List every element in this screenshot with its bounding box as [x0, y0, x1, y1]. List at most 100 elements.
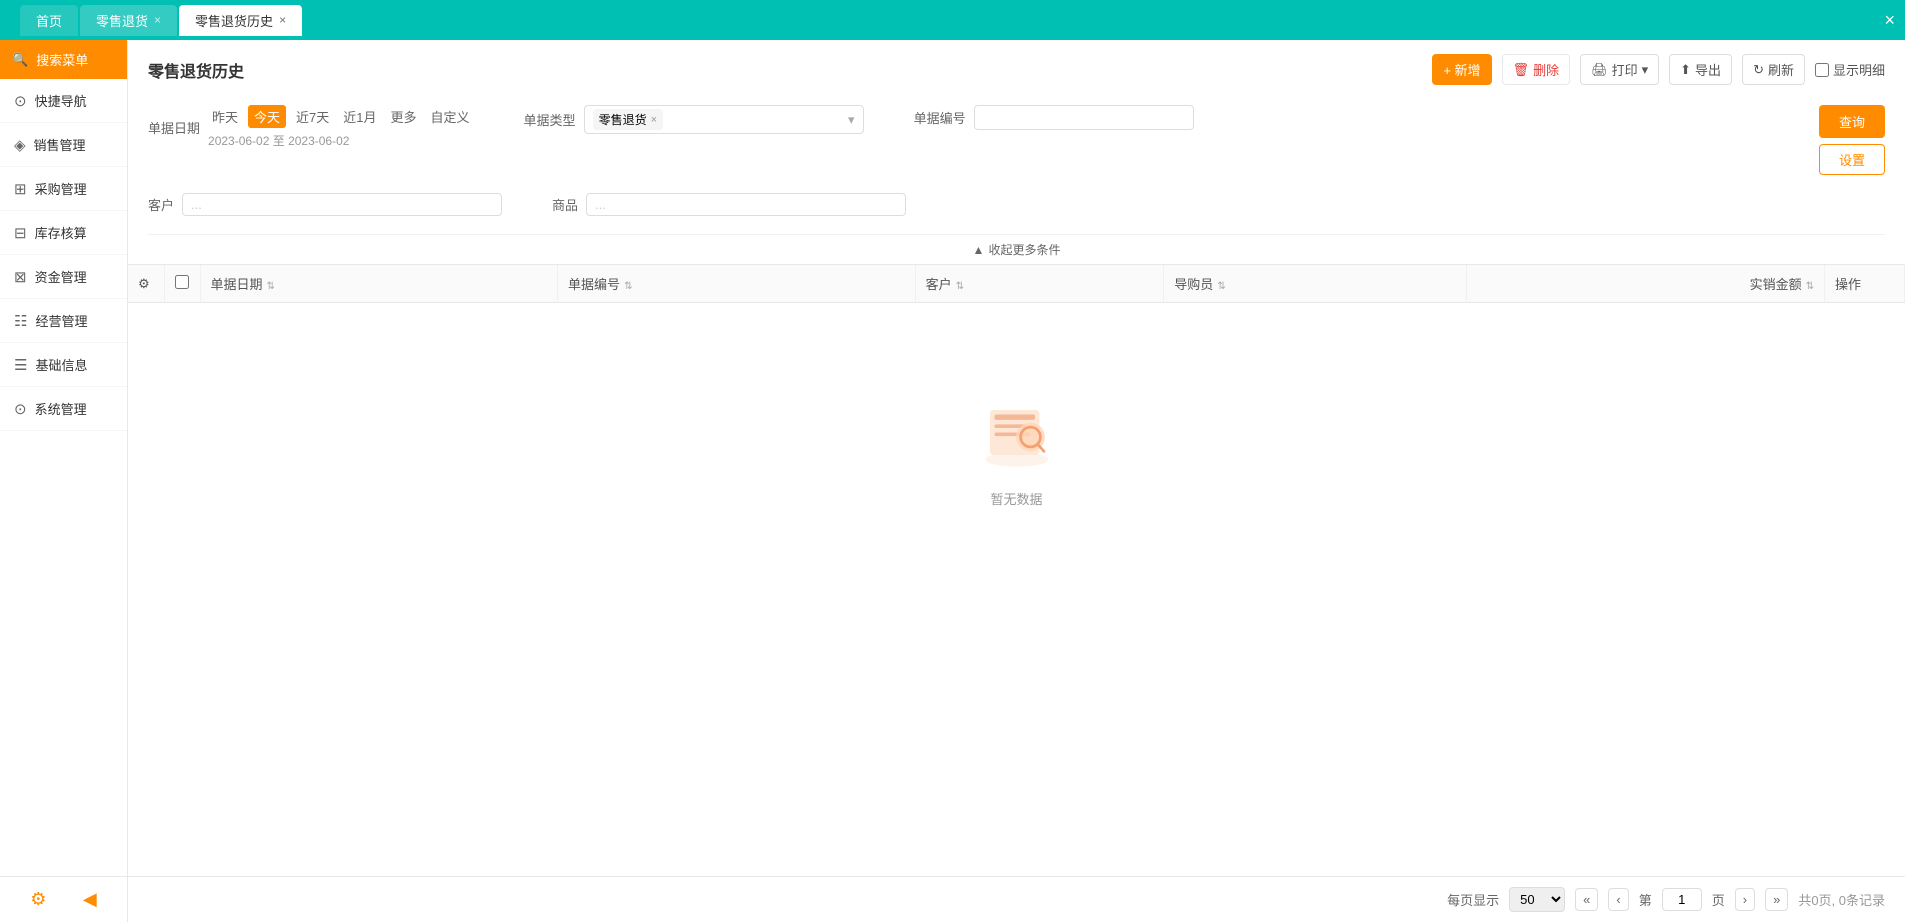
doc-type-tag: 零售退货 ×: [593, 109, 663, 130]
print-button[interactable]: 🖨 打印 ▾: [1580, 54, 1659, 85]
doc-number-filter: 单据编号: [914, 105, 1194, 130]
sidebar-item-sales-mgmt[interactable]: ◈销售管理: [0, 123, 127, 167]
sidebar-label-system-mgmt: 系统管理: [35, 399, 87, 418]
th-actions: 操作: [1825, 265, 1905, 303]
prev-page-button[interactable]: ‹: [1608, 888, 1628, 911]
delete-button[interactable]: 🗑 删除: [1502, 54, 1571, 85]
date-shortcut-更多[interactable]: 更多: [387, 105, 421, 128]
sort-icon-guide: ⇅: [1217, 281, 1225, 292]
sort-icon-doc_date: ⇅: [267, 281, 275, 292]
empty-text: 暂无数据: [990, 489, 1042, 508]
customer-filter: 客户 ...: [148, 193, 502, 216]
sidebar-item-purchase-mgmt[interactable]: ⊞ 采购管理: [0, 167, 127, 211]
sidebar-item-system-mgmt[interactable]: ⊙ 系统管理: [0, 387, 127, 431]
tab-retail-return[interactable]: 零售退货×: [80, 5, 177, 36]
query-settings-col: 查询 设置: [1819, 105, 1885, 175]
sidebar-search-label: 搜索菜单: [36, 50, 88, 69]
filter-row-2: 客户 ... 商品 ...: [148, 193, 1885, 224]
main-content: 零售退货历史 + 新增 🗑 删除 🖨 打印 ▾ ⬆ 导出: [128, 40, 1905, 922]
window-close-button[interactable]: ×: [1884, 10, 1895, 31]
print-icon: 🖨: [1591, 62, 1608, 78]
doc-type-tag-value: 零售退货: [599, 111, 647, 128]
select-all-checkbox[interactable]: [175, 275, 189, 289]
collapse-sidebar-icon[interactable]: ◀: [83, 889, 97, 910]
sidebar-item-basic-info[interactable]: ☰基础信息: [0, 343, 127, 387]
tab-retail-return-history[interactable]: 零售退货历史 ×: [179, 5, 302, 36]
sidebar-item-inventory-settle[interactable]: ⊟库存核算: [0, 211, 127, 255]
sidebar-icon-finance-mgmt: ⊠: [14, 268, 27, 286]
print-dropdown-icon: ▾: [1642, 62, 1649, 78]
date-range: 2023-06-02 至 2023-06-02: [208, 132, 474, 149]
next-page-button[interactable]: ›: [1735, 888, 1755, 911]
filter-row-1: 单据日期 昨天今天近7天近1月更多自定义 2023-06-02 至 2023-0…: [148, 97, 1885, 183]
last-page-button[interactable]: »: [1765, 888, 1788, 911]
date-shortcut-近1月[interactable]: 近1月: [339, 105, 380, 128]
tab-close-retail-return[interactable]: ×: [154, 13, 161, 27]
date-shortcut-自定义[interactable]: 自定义: [427, 105, 474, 128]
doc-type-input[interactable]: 零售退货 × ▾: [584, 105, 864, 134]
settings-icon[interactable]: ⚙: [30, 889, 46, 910]
customer-input[interactable]: ...: [182, 193, 502, 216]
goods-label: 商品: [552, 195, 578, 214]
pagination-bar: 每页显示 2050100 « ‹ 第 页 › » 共0页, 0条记录: [128, 876, 1905, 922]
sidebar-label-operations-mgmt: 经营管理: [35, 311, 87, 330]
doc-type-tag-remove[interactable]: ×: [651, 114, 657, 126]
page-size-select[interactable]: 2050100: [1509, 887, 1565, 912]
page-title: 零售退货历史: [148, 58, 244, 82]
th-label-amount: 实销金额: [1750, 277, 1802, 292]
tab-label-retail-return-history: 零售退货历史: [195, 11, 273, 30]
main-layout: 🔍 搜索菜单 ⊙快捷导航◈销售管理⊞采购管理⊟库存核算⊠资金管理☷经营管理☰基础…: [0, 40, 1905, 922]
show-detail-checkbox[interactable]: 显示明细: [1815, 60, 1885, 79]
sidebar-item-operations-mgmt[interactable]: ☷经营管理: [0, 299, 127, 343]
sidebar-icon-system-mgmt: ⊙: [14, 400, 27, 418]
delete-icon: 🗑: [1513, 62, 1530, 78]
sidebar-icon-sales-mgmt: ◈: [14, 136, 26, 154]
sidebar-item-quick-nav[interactable]: ⊙快捷导航: [0, 79, 127, 123]
query-button[interactable]: 查询: [1819, 105, 1885, 138]
customer-placeholder: ...: [191, 197, 202, 212]
tab-home[interactable]: 首页: [20, 5, 78, 36]
date-shortcut-昨天[interactable]: 昨天: [208, 105, 242, 128]
table-header-row: ⚙单据日期⇅单据编号⇅客户⇅导购员⇅实销金额⇅操作: [128, 265, 1905, 303]
export-button[interactable]: ⬆ 导出: [1669, 54, 1732, 85]
th-actions-label: 操作: [1835, 277, 1861, 292]
th-customer[interactable]: 客户⇅: [915, 265, 1164, 303]
th-guide[interactable]: 导购员⇅: [1164, 265, 1467, 303]
sidebar-search[interactable]: 🔍 搜索菜单: [0, 40, 127, 79]
filter-settings-button[interactable]: 设置: [1819, 144, 1885, 175]
th-checkbox: [164, 265, 200, 303]
date-shortcut-今天[interactable]: 今天: [248, 105, 286, 128]
sidebar-item-finance-mgmt[interactable]: ⊠资金管理: [0, 255, 127, 299]
sidebar: 🔍 搜索菜单 ⊙快捷导航◈销售管理⊞采购管理⊟库存核算⊠资金管理☷经营管理☰基础…: [0, 40, 128, 922]
th-doc_date[interactable]: 单据日期⇅: [200, 265, 558, 303]
top-bar: 首页零售退货× 零售退货历史 × ×: [0, 0, 1905, 40]
empty-state: 暂无数据: [128, 303, 1905, 568]
data-table: ⚙单据日期⇅单据编号⇅客户⇅导购员⇅实销金额⇅操作: [128, 265, 1905, 303]
goods-input[interactable]: ...: [586, 193, 906, 216]
date-shortcut-近7天[interactable]: 近7天: [292, 105, 333, 128]
current-page-input[interactable]: [1662, 888, 1702, 911]
sidebar-icon-basic-info: ☰: [14, 356, 27, 374]
show-detail-input[interactable]: [1815, 63, 1829, 77]
th-amount[interactable]: 实销金额 ⇅: [1467, 265, 1825, 303]
sidebar-label-purchase-mgmt: 采购管理: [35, 179, 87, 198]
sidebar-icon-purchase-mgmt: ⊞: [14, 180, 27, 198]
th-settings: ⚙: [128, 265, 164, 303]
refresh-button[interactable]: ↻ 刷新: [1742, 54, 1805, 85]
doc-number-input[interactable]: [974, 105, 1194, 130]
collapse-label: 收起更多条件: [988, 241, 1060, 258]
doc-number-label: 单据编号: [914, 108, 966, 127]
th-doc_number[interactable]: 单据编号⇅: [558, 265, 916, 303]
tab-bar: 首页零售退货× 零售退货历史 ×: [20, 5, 1874, 36]
tab-close-retail-return-history[interactable]: ×: [279, 13, 286, 27]
export-icon: ⬆: [1680, 62, 1691, 78]
table-settings-icon[interactable]: ⚙: [138, 276, 150, 291]
sidebar-label-quick-nav: 快捷导航: [35, 91, 87, 110]
th-label-doc_number: 单据编号: [568, 277, 620, 292]
sort-icon-amount: ⇅: [1806, 281, 1814, 292]
sidebar-label-inventory-settle: 库存核算: [35, 223, 87, 242]
first-page-button[interactable]: «: [1575, 888, 1598, 911]
collapse-button[interactable]: ▲ 收起更多条件: [973, 241, 1061, 258]
page-label: 页: [1712, 890, 1725, 909]
new-button[interactable]: + 新增: [1432, 54, 1491, 85]
